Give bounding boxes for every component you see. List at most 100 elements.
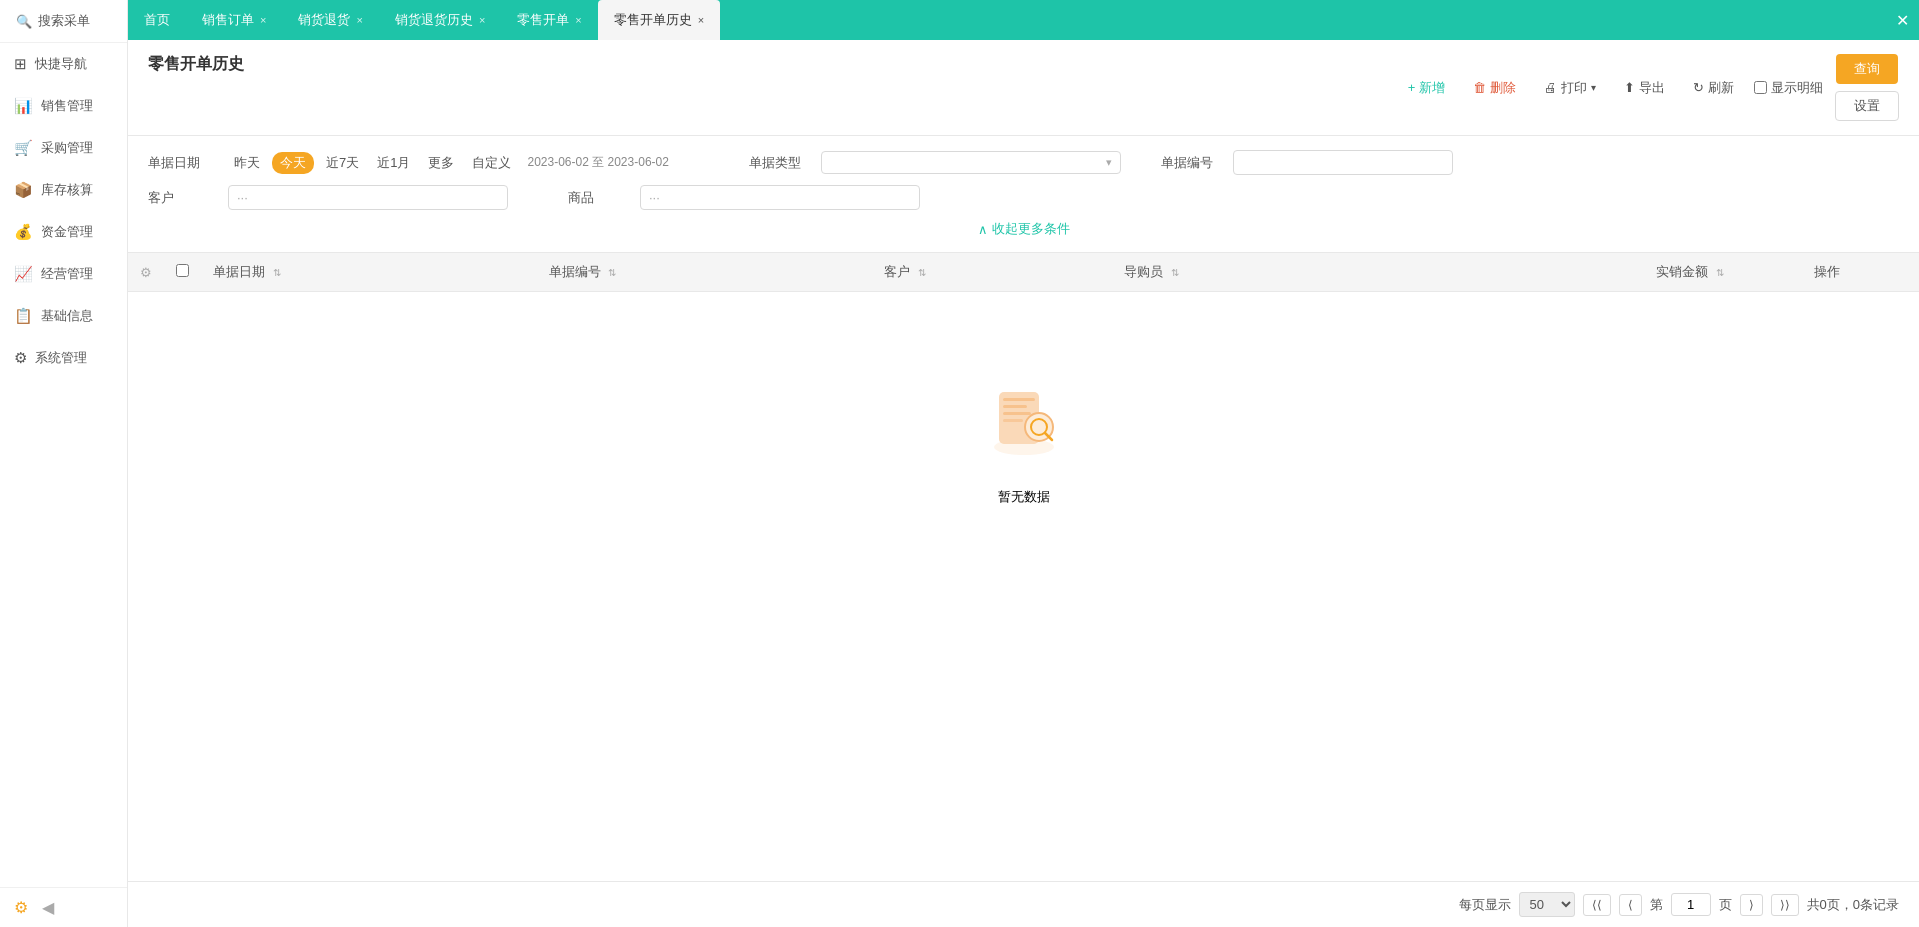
print-button[interactable]: 🖨 打印 ▾ bbox=[1536, 75, 1604, 101]
chevron-up-icon: ∧ bbox=[978, 222, 988, 237]
sidebar-item-operations[interactable]: 📈 经营管理 bbox=[0, 253, 127, 295]
collapse-sidebar-icon[interactable]: ◀ bbox=[42, 898, 54, 917]
doc-type-select[interactable]: ▾ bbox=[821, 151, 1121, 174]
search-icon: 🔍 bbox=[16, 14, 32, 29]
filter-area: 单据日期 昨天 今天 近7天 近1月 更多 自定义 2023-06-02 至 2… bbox=[128, 136, 1919, 253]
page-size-select[interactable]: 50 20 100 bbox=[1519, 892, 1575, 917]
sidebar-item-sys-mgmt[interactable]: ⚙ 系统管理 bbox=[0, 337, 127, 379]
goods-label: 商品 bbox=[568, 189, 628, 207]
display-detail-label: 显示明细 bbox=[1771, 79, 1823, 97]
query-button[interactable]: 查询 bbox=[1836, 54, 1898, 84]
tab-retail-open-history-close[interactable]: × bbox=[698, 14, 704, 26]
tab-retail-open-close[interactable]: × bbox=[575, 14, 581, 26]
table-header: ⚙ 单据日期 ⇅ 单据编号 ⇅ bbox=[128, 253, 1919, 292]
refresh-icon: ↻ bbox=[1693, 80, 1704, 95]
sidebar-item-label: 系统管理 bbox=[35, 349, 87, 367]
sidebar-item-base-info[interactable]: 📋 基础信息 bbox=[0, 295, 127, 337]
export-icon: ⬆ bbox=[1624, 80, 1635, 95]
display-detail-toggle[interactable]: 显示明细 bbox=[1754, 79, 1823, 97]
quick-nav-icon: ⊞ bbox=[14, 55, 27, 73]
sidebar-search[interactable]: 🔍 搜索采单 bbox=[0, 0, 127, 43]
salesperson-sort-icon: ⇅ bbox=[1171, 267, 1179, 278]
th-check[interactable] bbox=[164, 253, 201, 292]
doc-no-sort-icon: ⇅ bbox=[608, 267, 616, 278]
sys-mgmt-icon: ⚙ bbox=[14, 349, 27, 367]
inventory-icon: 📦 bbox=[14, 181, 33, 199]
tab-home[interactable]: 首页 bbox=[128, 0, 186, 40]
collapse-filter-row[interactable]: ∧ 收起更多条件 bbox=[148, 220, 1899, 238]
date-more[interactable]: 更多 bbox=[422, 152, 460, 174]
page-header-section: 零售开单历史 + 新增 🗑 删除 🖨 打印 ▾ ⬆ 导出 ↻ bbox=[128, 40, 1919, 136]
doc-no-input[interactable] bbox=[1233, 150, 1453, 175]
export-button[interactable]: ⬆ 导出 bbox=[1616, 75, 1673, 101]
window-close-icon[interactable]: ✕ bbox=[1896, 11, 1909, 30]
pagination-bar: 每页显示 50 20 100 ⟨⟨ ⟨ 第 页 ⟩ ⟩⟩ 共0页，0条记录 bbox=[128, 881, 1919, 927]
tab-sales-return[interactable]: 销货退货 × bbox=[282, 0, 378, 40]
print-icon: 🖨 bbox=[1544, 80, 1557, 95]
print-label: 打印 bbox=[1561, 79, 1587, 97]
sidebar-item-finance[interactable]: 💰 资金管理 bbox=[0, 211, 127, 253]
svg-rect-4 bbox=[1003, 412, 1031, 415]
settings-icon[interactable]: ⚙ bbox=[14, 898, 28, 917]
goods-placeholder: ··· bbox=[649, 190, 660, 205]
next-page-button[interactable]: ⟩ bbox=[1740, 894, 1763, 916]
doc-no-label: 单据编号 bbox=[1161, 154, 1221, 172]
customer-label: 客户 bbox=[148, 189, 208, 207]
refresh-button[interactable]: ↻ 刷新 bbox=[1685, 75, 1742, 101]
doc-type-label: 单据类型 bbox=[749, 154, 809, 172]
sidebar-bottom: ⚙ ◀ bbox=[0, 887, 127, 927]
query-settings-group: 查询 设置 bbox=[1835, 54, 1899, 121]
date-last1m[interactable]: 近1月 bbox=[371, 152, 416, 174]
date-range-display: 2023-06-02 至 2023-06-02 bbox=[527, 154, 668, 171]
base-info-icon: 📋 bbox=[14, 307, 33, 325]
last-page-button[interactable]: ⟩⟩ bbox=[1771, 894, 1799, 916]
tab-sales-return-label: 销货退货 bbox=[298, 11, 350, 29]
gear-icon[interactable]: ⚙ bbox=[140, 265, 152, 280]
sidebar-item-quick-nav[interactable]: ⊞ 快捷导航 bbox=[0, 43, 127, 85]
sidebar-item-sales-mgmt[interactable]: 📊 销售管理 bbox=[0, 85, 127, 127]
tab-retail-open-history-label: 零售开单历史 bbox=[614, 11, 692, 29]
date-today[interactable]: 今天 bbox=[272, 152, 314, 174]
page-input[interactable] bbox=[1671, 893, 1711, 916]
sidebar-item-label: 快捷导航 bbox=[35, 55, 87, 73]
th-amount[interactable]: 实销金额 ⇅ bbox=[1400, 253, 1736, 292]
sidebar-item-label: 库存核算 bbox=[41, 181, 93, 199]
tab-sales-order[interactable]: 销售订单 × bbox=[186, 0, 282, 40]
tab-sales-return-history[interactable]: 销货退货历史 × bbox=[379, 0, 501, 40]
sidebar-item-inventory[interactable]: 📦 库存核算 bbox=[0, 169, 127, 211]
date-yesterday[interactable]: 昨天 bbox=[228, 152, 266, 174]
empty-icon bbox=[974, 372, 1074, 472]
tab-home-label: 首页 bbox=[144, 11, 170, 29]
th-doc-no[interactable]: 单据编号 ⇅ bbox=[537, 253, 873, 292]
operations-icon: 📈 bbox=[14, 265, 33, 283]
tab-sales-order-close[interactable]: × bbox=[260, 14, 266, 26]
tab-sales-return-history-close[interactable]: × bbox=[479, 14, 485, 26]
sidebar-item-purchase-mgmt[interactable]: 🛒 采购管理 bbox=[0, 127, 127, 169]
delete-button[interactable]: 🗑 删除 bbox=[1465, 75, 1524, 101]
filter-row-2: 客户 ··· 商品 ··· bbox=[148, 185, 1899, 210]
settings-button[interactable]: 设置 bbox=[1835, 91, 1899, 121]
th-date[interactable]: 单据日期 ⇅ bbox=[201, 253, 537, 292]
customer-select[interactable]: ··· bbox=[228, 185, 508, 210]
select-all-checkbox[interactable] bbox=[176, 264, 189, 277]
display-detail-checkbox[interactable] bbox=[1754, 81, 1767, 94]
tab-retail-open[interactable]: 零售开单 × bbox=[501, 0, 597, 40]
tab-retail-open-history[interactable]: 零售开单历史 × bbox=[598, 0, 720, 40]
tab-retail-open-label: 零售开单 bbox=[517, 11, 569, 29]
date-last7[interactable]: 近7天 bbox=[320, 152, 365, 174]
goods-select[interactable]: ··· bbox=[640, 185, 920, 210]
tab-sales-return-close[interactable]: × bbox=[356, 14, 362, 26]
th-customer[interactable]: 客户 ⇅ bbox=[872, 253, 1112, 292]
date-options: 昨天 今天 近7天 近1月 更多 自定义 2023-06-02 至 2023-0… bbox=[228, 152, 669, 174]
refresh-label: 刷新 bbox=[1708, 79, 1734, 97]
purchase-icon: 🛒 bbox=[14, 139, 33, 157]
first-page-button[interactable]: ⟨⟨ bbox=[1583, 894, 1611, 916]
doc-type-group: 单据类型 ▾ bbox=[749, 151, 1121, 174]
sidebar: 🔍 搜索采单 ⊞ 快捷导航 📊 销售管理 🛒 采购管理 📦 库存核算 💰 资金管… bbox=[0, 0, 128, 927]
new-button[interactable]: + 新增 bbox=[1400, 75, 1453, 101]
th-gear[interactable]: ⚙ bbox=[128, 253, 164, 292]
th-salesperson[interactable]: 导购员 ⇅ bbox=[1112, 253, 1400, 292]
prev-page-button[interactable]: ⟨ bbox=[1619, 894, 1642, 916]
date-custom[interactable]: 自定义 bbox=[466, 152, 517, 174]
sidebar-item-label: 销售管理 bbox=[41, 97, 93, 115]
